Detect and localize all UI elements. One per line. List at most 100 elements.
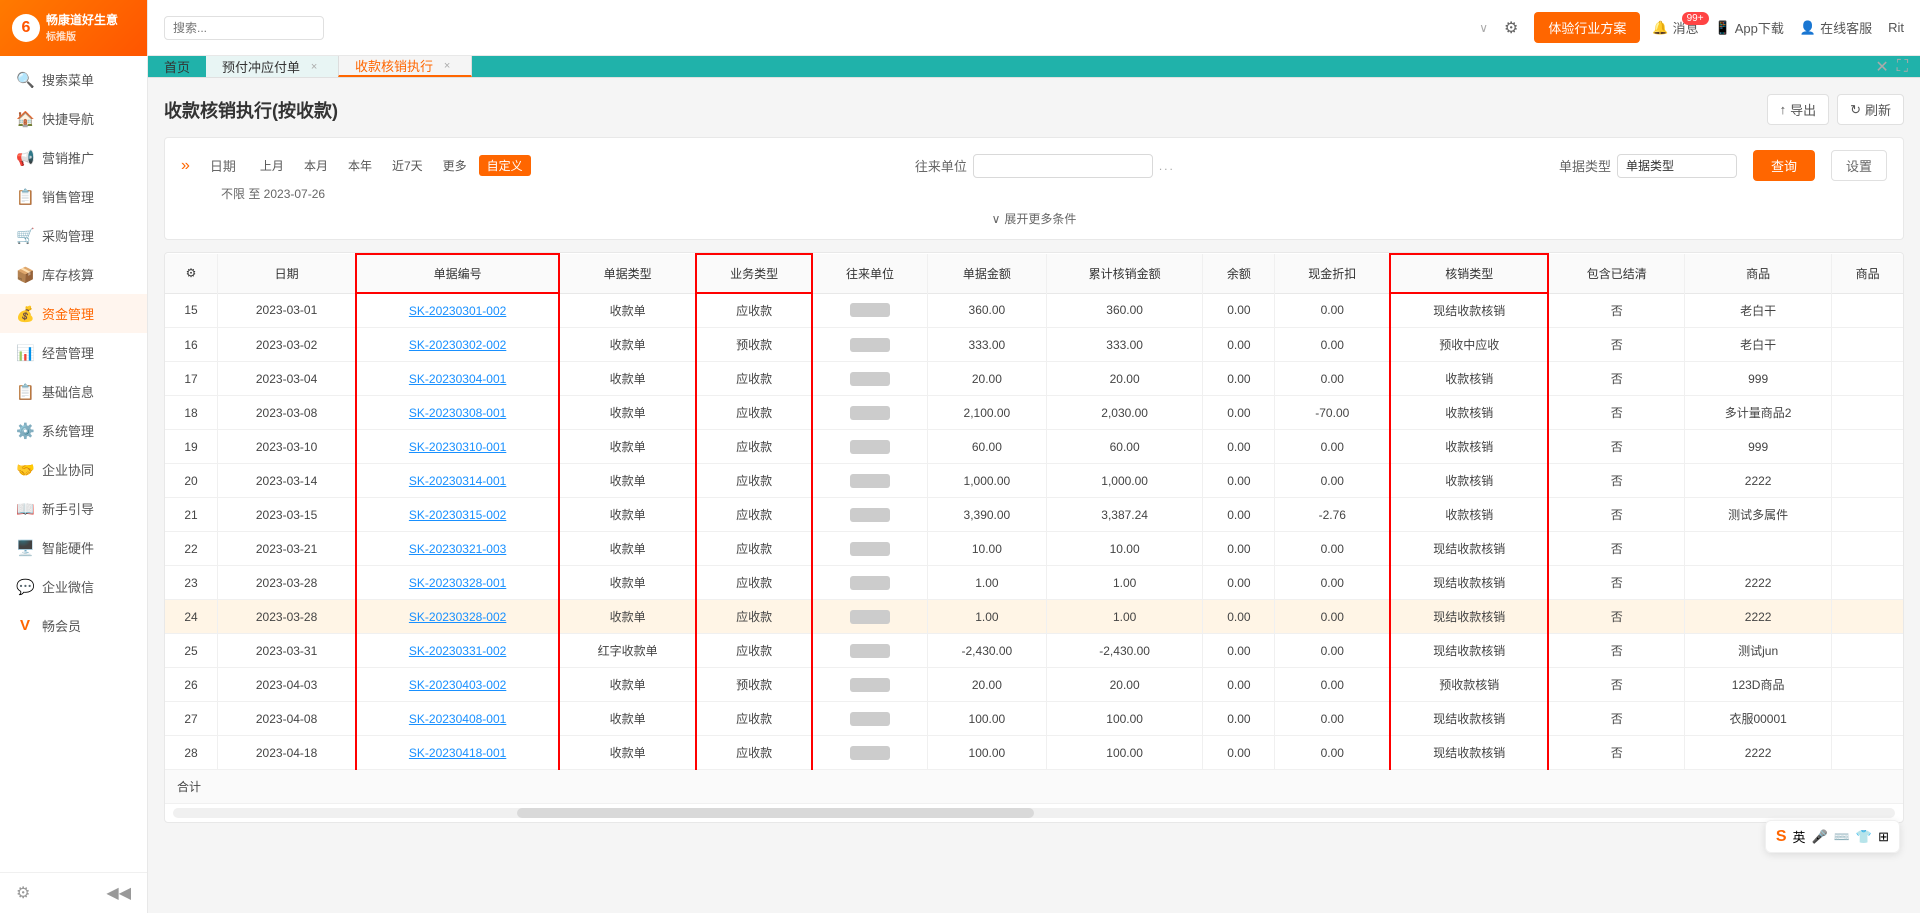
export-button[interactable]: ↑ 导出	[1767, 94, 1830, 125]
more-options-icon[interactable]: ...	[1159, 159, 1175, 173]
table-row[interactable]: 16 2023-03-02 SK-20230302-002 收款单 预收款 33…	[165, 328, 1903, 362]
maximize-icon[interactable]: ⛶	[1897, 58, 1908, 76]
voucher-type-select[interactable]: 单据类型	[1617, 154, 1737, 178]
voucher-no-link[interactable]: SK-20230328-001	[409, 576, 506, 590]
tab-home[interactable]: 首页	[148, 56, 206, 77]
table-row[interactable]: 22 2023-03-21 SK-20230321-003 收款单 应收款 10…	[165, 532, 1903, 566]
th-setting[interactable]: ⚙	[165, 254, 217, 293]
table-row[interactable]: 28 2023-04-18 SK-20230418-001 收款单 应收款 10…	[165, 736, 1903, 770]
notification-button[interactable]: 🔔 消息 99+	[1652, 18, 1698, 37]
sidebar-item-member[interactable]: V 畅会员	[0, 606, 147, 645]
tab-prepay[interactable]: 预付冲应付单 ×	[206, 56, 338, 77]
keyboard-icon[interactable]: ⌨️	[1834, 829, 1850, 845]
date-pill-custom[interactable]: 自定义	[479, 155, 531, 176]
home-tab-label: 首页	[164, 57, 190, 76]
table-row[interactable]: 20 2023-03-14 SK-20230314-001 收款单 应收款 1,…	[165, 464, 1903, 498]
sidebar-item-marketing[interactable]: 📢 营销推广	[0, 138, 147, 177]
refresh-button[interactable]: ↻ 刷新	[1837, 94, 1904, 125]
app-download-button[interactable]: 📱 App下载	[1715, 18, 1784, 37]
table-row[interactable]: 25 2023-03-31 SK-20230331-002 红字收款单 应收款 …	[165, 634, 1903, 668]
collapse-sidebar-icon[interactable]: ◀◀	[106, 883, 131, 903]
th-product: 商品	[1685, 254, 1832, 293]
td-include-settled: 否	[1548, 396, 1684, 430]
scroll-thumb[interactable]	[517, 808, 1034, 818]
sidebar-item-inventory[interactable]: 📦 库存核算	[0, 255, 147, 294]
voucher-no-link[interactable]: SK-20230403-002	[409, 678, 506, 692]
horizontal-scrollbar[interactable]	[173, 808, 1895, 818]
counter-party-input[interactable]	[973, 154, 1153, 178]
shirt-icon[interactable]: 👕	[1856, 829, 1872, 845]
voucher-no-link[interactable]: SK-20230321-003	[409, 542, 506, 556]
date-pill-more[interactable]: 更多	[435, 155, 475, 176]
query-button[interactable]: 查询	[1753, 150, 1815, 181]
voucher-no-link[interactable]: SK-20230408-001	[409, 712, 506, 726]
td-cash-discount: 0.00	[1275, 566, 1390, 600]
main-area: ∨ ⚙ 体验行业方案 🔔 消息 99+ 📱 App下载 👤 在线客服 Rit 首…	[148, 0, 1920, 913]
voucher-no-link[interactable]: SK-20230308-001	[409, 406, 506, 420]
date-pill-this-month[interactable]: 本月	[296, 155, 336, 176]
voucher-no-link[interactable]: SK-20230418-001	[409, 746, 506, 760]
expand-more-button[interactable]: ∨ 展开更多条件	[181, 210, 1887, 227]
td-voucher-type: 收款单	[559, 362, 696, 396]
sidebar-item-finance[interactable]: 💰 资金管理	[0, 294, 147, 333]
column-setting-icon[interactable]: ⚙	[186, 266, 197, 280]
global-search-input[interactable]	[164, 16, 324, 40]
tab-receipt-close-icon[interactable]: ×	[439, 58, 455, 74]
td-product2	[1832, 566, 1903, 600]
mobile-icon: 📱	[1715, 20, 1731, 36]
settings-icon[interactable]: ⚙	[16, 883, 30, 903]
sidebar-item-sales[interactable]: 📋 销售管理	[0, 177, 147, 216]
voucher-no-link[interactable]: SK-20230314-001	[409, 474, 506, 488]
table-row[interactable]: 19 2023-03-10 SK-20230310-001 收款单 应收款 60…	[165, 430, 1903, 464]
voucher-no-link[interactable]: SK-20230328-002	[409, 610, 506, 624]
voucher-no-link[interactable]: SK-20230302-002	[409, 338, 506, 352]
table-row[interactable]: 24 2023-03-28 SK-20230328-002 收款单 应收款 1.…	[165, 600, 1903, 634]
sidebar-item-search[interactable]: 🔍 搜索菜单	[0, 60, 147, 99]
table-row[interactable]: 15 2023-03-01 SK-20230301-002 收款单 应收款 36…	[165, 293, 1903, 328]
solution-button[interactable]: 体验行业方案	[1534, 12, 1640, 43]
table-row[interactable]: 23 2023-03-28 SK-20230328-001 收款单 应收款 1.…	[165, 566, 1903, 600]
sidebar-item-hardware[interactable]: 🖥️ 智能硬件	[0, 528, 147, 567]
date-range-text: 不限 至 2023-07-26	[221, 187, 325, 201]
td-no: 19	[165, 430, 217, 464]
td-date: 2023-03-28	[217, 566, 356, 600]
online-service-button[interactable]: 👤 在线客服	[1800, 18, 1872, 37]
tab-receipt-exec[interactable]: 收款核销执行 ×	[338, 56, 472, 77]
sidebar-item-newguide[interactable]: 📖 新手引导	[0, 489, 147, 528]
td-product2	[1832, 634, 1903, 668]
voucher-no-link[interactable]: SK-20230331-002	[409, 644, 506, 658]
topbar-gear-icon[interactable]: ⚙	[1500, 14, 1522, 42]
date-pill-this-year[interactable]: 本年	[340, 155, 380, 176]
sidebar-item-operations[interactable]: 📊 经营管理	[0, 333, 147, 372]
sidebar-item-quicknav[interactable]: 🏠 快捷导航	[0, 99, 147, 138]
voucher-no-link[interactable]: SK-20230304-001	[409, 372, 506, 386]
td-balance: 0.00	[1203, 293, 1275, 328]
td-write-off-type: 现结收款核销	[1390, 600, 1548, 634]
td-write-off-amount: 100.00	[1046, 736, 1202, 770]
mic-icon[interactable]: 🎤	[1812, 829, 1828, 845]
sidebar-item-purchase[interactable]: 🛒 采购管理	[0, 216, 147, 255]
tab-prepay-close-icon[interactable]: ×	[306, 59, 322, 75]
table-row[interactable]: 18 2023-03-08 SK-20230308-001 收款单 应收款 2,…	[165, 396, 1903, 430]
sidebar-item-wechat[interactable]: 💬 企业微信	[0, 567, 147, 606]
close-window-icon[interactable]: ✕	[1875, 57, 1888, 77]
sidebar-item-enterprise[interactable]: 🤝 企业协同	[0, 450, 147, 489]
filter-settings-button[interactable]: 设置	[1831, 150, 1887, 181]
td-amount: 2,100.00	[927, 396, 1046, 430]
expand-btn[interactable]: »	[181, 157, 190, 175]
voucher-no-link[interactable]: SK-20230310-001	[409, 440, 506, 454]
td-write-off-type: 现结收款核销	[1390, 566, 1548, 600]
grid-icon[interactable]: ⊞	[1878, 829, 1889, 845]
table-row[interactable]: 26 2023-04-03 SK-20230403-002 收款单 预收款 20…	[165, 668, 1903, 702]
td-product: 老白干	[1685, 293, 1832, 328]
table-row[interactable]: 27 2023-04-08 SK-20230408-001 收款单 应收款 10…	[165, 702, 1903, 736]
th-date: 日期	[217, 254, 356, 293]
sidebar-item-basic[interactable]: 📋 基础信息	[0, 372, 147, 411]
voucher-no-link[interactable]: SK-20230315-002	[409, 508, 506, 522]
table-row[interactable]: 17 2023-03-04 SK-20230304-001 收款单 应收款 20…	[165, 362, 1903, 396]
voucher-no-link[interactable]: SK-20230301-002	[409, 304, 506, 318]
date-pill-7days[interactable]: 近7天	[384, 155, 431, 176]
sidebar-item-system[interactable]: ⚙️ 系统管理	[0, 411, 147, 450]
table-row[interactable]: 21 2023-03-15 SK-20230315-002 收款单 应收款 3,…	[165, 498, 1903, 532]
date-pill-last-month[interactable]: 上月	[252, 155, 292, 176]
